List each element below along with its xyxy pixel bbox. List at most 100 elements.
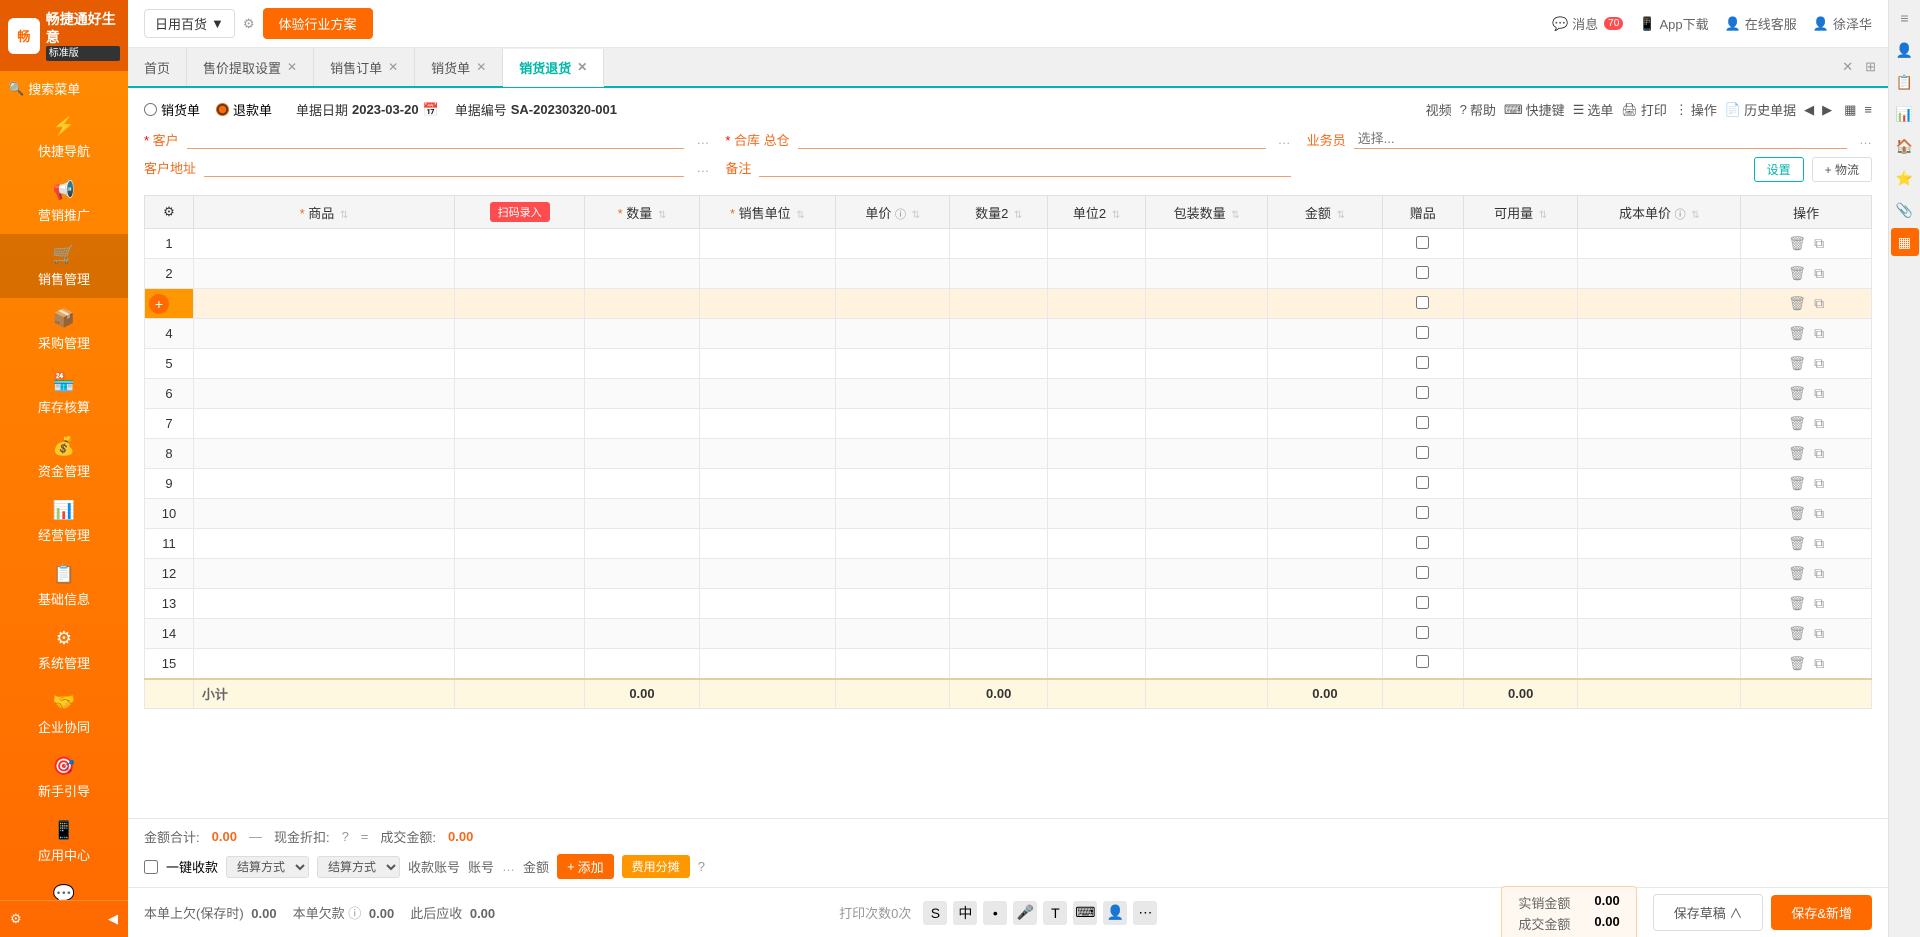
cost-help-icon[interactable]: ? [698,859,705,874]
account-dots[interactable]: … [502,859,515,874]
one-key-collect-checkbox[interactable] [144,860,158,874]
warehouse-dots[interactable]: … [1278,132,1291,147]
settings-icon[interactable]: ⚙ [10,911,22,927]
warehouse-input[interactable] [798,129,1266,149]
rs-icon-1[interactable]: ≡ [1891,4,1919,32]
radio-return-input[interactable] [216,103,229,116]
available-cell[interactable] [1464,289,1578,319]
qty2-sort[interactable]: ⇅ [1014,210,1022,221]
mic-icon[interactable]: 🎤 [1013,901,1037,925]
unit2-cell[interactable] [1048,289,1146,319]
history-btn[interactable]: 📄 历史单据 [1725,100,1796,119]
delete-icon[interactable]: 🗑 [1788,325,1806,342]
qty-cell[interactable] [585,289,699,319]
qty-sort[interactable]: ⇅ [658,210,666,221]
qty-cell[interactable] [585,229,699,259]
customer-dots[interactable]: … [696,132,709,147]
gift-checkbox[interactable] [1416,266,1429,279]
price-cell[interactable] [836,289,950,319]
tab-close-icon[interactable]: ✕ [388,60,398,74]
tab-sales-return[interactable]: 销货退货 ✕ [503,49,604,87]
gift-checkbox[interactable] [1416,655,1429,668]
copy-icon[interactable]: ⧉ [1814,415,1824,432]
gift-checkbox[interactable] [1416,356,1429,369]
tab-close-icon[interactable]: ✕ [577,60,587,74]
save-draft-button[interactable]: 保存草稿 ∧ [1653,894,1764,931]
sidebar-item-wechat[interactable]: 💬 企业微信 [0,874,128,900]
maximize-icon[interactable]: ⊞ [1861,59,1880,75]
copy-icon[interactable]: ⧉ [1814,535,1824,552]
copy-icon[interactable]: ⧉ [1814,235,1824,252]
unit-cell[interactable] [699,259,836,289]
goods-cell[interactable] [193,229,454,259]
copy-icon[interactable]: ⧉ [1814,445,1824,462]
tab-price-settings[interactable]: 售价提取设置 ✕ [187,48,314,86]
app-download-button[interactable]: 📱 App下载 [1639,14,1708,33]
print-btn[interactable]: 🖨 打印 [1621,100,1667,119]
settlement-select[interactable]: 结算方式 [226,856,309,878]
gift-cell[interactable] [1382,259,1464,289]
close-tab-icon[interactable]: ✕ [1838,59,1857,75]
experience-button[interactable]: 体验行业方案 [263,8,373,39]
unit-sort[interactable]: ⇅ [796,210,804,221]
copy-icon[interactable]: ⧉ [1814,475,1824,492]
qty2-cell[interactable] [950,229,1048,259]
user-avatar[interactable]: 👤 徐泽华 [1813,14,1872,33]
sidebar-item-purchase[interactable]: 📦 采购管理 [0,298,128,362]
price-cell[interactable] [836,259,950,289]
col-settings[interactable]: ⚙ [145,196,194,229]
ime-icon2[interactable]: • [983,901,1007,925]
cost-info-icon[interactable]: ⓘ [1675,209,1686,221]
gift-checkbox[interactable] [1416,626,1429,639]
customer-input[interactable] [187,129,685,149]
staff-input[interactable] [1354,129,1847,149]
price-sort[interactable]: ⇅ [912,210,920,221]
delete-icon[interactable]: 🗑 [1788,445,1806,462]
copy-icon[interactable]: ⧉ [1814,595,1824,612]
gift-checkbox[interactable] [1416,386,1429,399]
gift-checkbox[interactable] [1416,536,1429,549]
staff-dots[interactable]: … [1859,132,1872,147]
cost-split-button[interactable]: 费用分摊 [622,855,690,878]
pkg-sort[interactable]: ⇅ [1231,210,1239,221]
address-dots[interactable]: … [696,160,709,175]
goods-sort[interactable]: ⇅ [340,210,348,221]
amount-cell[interactable] [1268,259,1382,289]
keyboard-icon[interactable]: ⌨ [1073,901,1097,925]
ime-icon1[interactable]: 中 [953,901,977,925]
rs-icon-5[interactable]: 🏠 [1891,132,1919,160]
rs-icon-7[interactable]: 📎 [1891,196,1919,224]
copy-icon[interactable]: ⧉ [1814,295,1824,312]
gift-checkbox[interactable] [1416,296,1429,309]
delete-icon[interactable]: 🗑 [1788,565,1806,582]
delete-icon[interactable]: 🗑 [1788,385,1806,402]
pkg-cell[interactable] [1145,289,1267,319]
radio-sales-input[interactable] [144,103,157,116]
nav-prev-btn[interactable]: ◀ [1804,102,1814,118]
delete-icon[interactable]: 🗑 [1788,535,1806,552]
sidebar-item-shortcut[interactable]: ⚡ 快捷导航 [0,106,128,170]
price-info-icon[interactable]: ⓘ [895,209,906,221]
sidebar-item-inventory[interactable]: 🏪 库存核算 [0,362,128,426]
unit-cell[interactable] [699,229,836,259]
copy-icon[interactable]: ⧉ [1814,325,1824,342]
sidebar-item-guide[interactable]: 🎯 新手引导 [0,746,128,810]
scan-button[interactable]: 扫码录入 [490,202,550,222]
amount-cell[interactable] [1268,289,1382,319]
rs-icon-6[interactable]: ⭐ [1891,164,1919,192]
tab-close-icon[interactable]: ✕ [287,60,297,74]
gift-checkbox[interactable] [1416,326,1429,339]
online-service-button[interactable]: 👤 在线客服 [1725,14,1797,33]
copy-icon[interactable]: ⧉ [1814,385,1824,402]
shortcut-btn[interactable]: ⌨ 快捷键 [1504,100,1565,119]
rs-icon-4[interactable]: 📊 [1891,100,1919,128]
available-sort[interactable]: ⇅ [1539,210,1547,221]
tab-sales-order[interactable]: 销售订单 ✕ [314,48,415,86]
cost-sort[interactable]: ⇅ [1691,210,1699,221]
qty2-cell[interactable] [950,259,1048,289]
delete-icon[interactable]: 🗑 [1788,625,1806,642]
copy-icon[interactable]: ⧉ [1814,655,1824,672]
delete-icon[interactable]: 🗑 [1788,415,1806,432]
copy-icon[interactable]: ⧉ [1814,355,1824,372]
sidebar-item-operations[interactable]: 📊 经营管理 [0,490,128,554]
